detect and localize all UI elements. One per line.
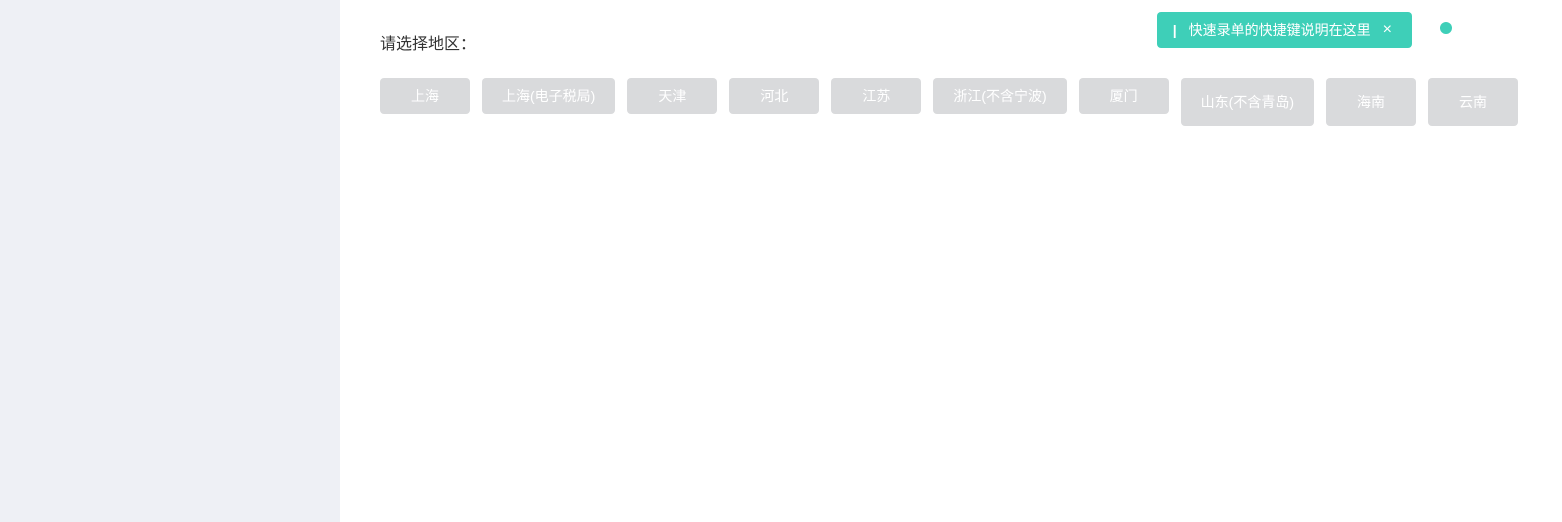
region-buttons: 上海 上海(电子税局) 天津 河北 江苏 浙江(不含宁波) 厦门 山东(不含青岛… xyxy=(380,78,1522,126)
btn-xiamen[interactable]: 厦门 xyxy=(1079,78,1169,114)
tooltip-text: 快速录单的快捷键说明在这里 xyxy=(1189,20,1371,40)
btn-tianjin[interactable]: 天津 xyxy=(627,78,717,114)
btn-shanghai[interactable]: 上海 xyxy=(380,78,470,114)
sidebar xyxy=(0,0,340,522)
tooltip-close-button[interactable]: × xyxy=(1379,21,1396,39)
btn-shandong[interactable]: 山东(不含青岛) xyxy=(1181,78,1314,126)
region-row-1: 上海 上海(电子税局) 天津 河北 江苏 浙江(不含宁波) 厦门 xyxy=(380,78,1169,114)
btn-shanghai-etax[interactable]: 上海(电子税局) xyxy=(482,78,615,114)
btn-yunnan[interactable]: 云南 xyxy=(1428,78,1518,126)
tooltip-dot xyxy=(1440,22,1452,34)
tooltip-banner: 快速录单的快捷键说明在这里 × xyxy=(1157,12,1412,48)
main-content: 请选择地区： 上海 上海(电子税局) 天津 河北 江苏 浙江(不含宁波) 厦门 … xyxy=(340,0,1562,522)
btn-hebei[interactable]: 河北 xyxy=(729,78,819,114)
btn-hainan[interactable]: 海南 xyxy=(1326,78,1416,126)
btn-jiangsu[interactable]: 江苏 xyxy=(831,78,921,114)
region-row-2: 山东(不含青岛) 海南 云南 xyxy=(1181,78,1518,126)
btn-zhejiang[interactable]: 浙江(不含宁波) xyxy=(933,78,1066,114)
